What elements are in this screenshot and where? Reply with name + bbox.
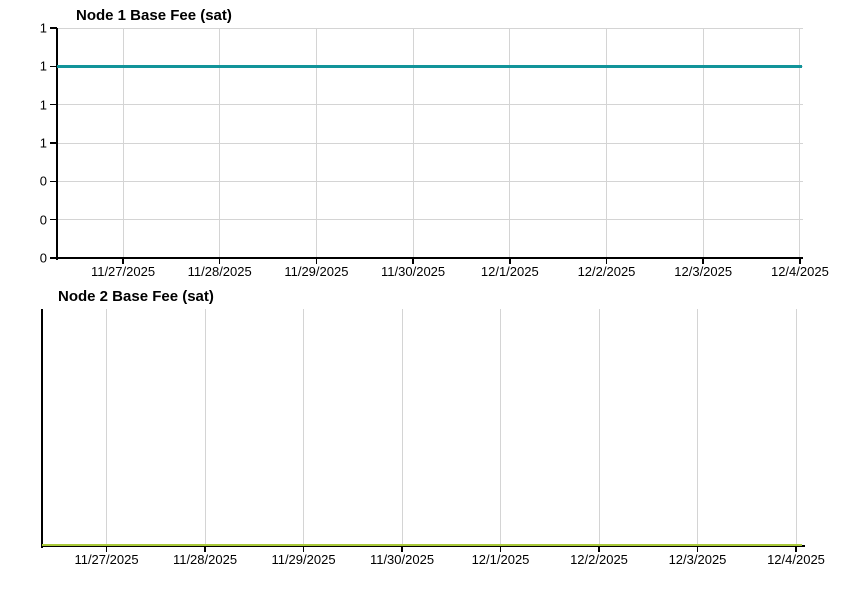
y-tick-label: 1 <box>39 20 47 36</box>
x-tick-label: 12/1/2025 <box>471 552 530 567</box>
y-axis <box>41 309 43 548</box>
x-tick-label: 12/2/2025 <box>577 264 636 279</box>
y-gridline <box>57 104 803 106</box>
y-gridline <box>57 142 803 144</box>
series-line-node-2-base-fee <box>42 543 802 546</box>
x-tick-label: 11/27/2025 <box>74 552 139 567</box>
y-tick-label: 1 <box>39 58 47 74</box>
x-tick-label: 11/30/2025 <box>369 552 435 567</box>
y-axis <box>56 28 58 260</box>
y-gridline <box>57 27 803 29</box>
x-tick-label: 11/27/2025 <box>90 264 156 279</box>
x-gridline <box>204 309 206 546</box>
y-tick-label: 0 <box>39 212 47 228</box>
base-fee-dashboard: Node 1 Base Fee (sat) Node 2 Base Fee (s… <box>0 0 860 600</box>
x-tick-label: 12/4/2025 <box>770 264 829 279</box>
x-tick-label: 12/2/2025 <box>570 552 628 567</box>
x-gridline <box>697 309 698 546</box>
x-tick-label: 11/29/2025 <box>271 552 336 567</box>
x-gridline <box>106 309 107 546</box>
node1-chart-title: Node 1 Base Fee (sat) <box>76 7 232 24</box>
y-gridline <box>57 219 803 221</box>
y-tick-label: 1 <box>39 97 47 113</box>
x-tick-label: 12/1/2025 <box>480 264 539 279</box>
x-axis <box>56 257 803 259</box>
y-tick-label: 0 <box>39 173 47 189</box>
x-tick-label: 11/28/2025 <box>172 552 238 567</box>
x-gridline <box>795 309 797 546</box>
x-gridline <box>303 309 304 546</box>
x-tick-label: 11/28/2025 <box>187 264 252 279</box>
y-tick-label: 1 <box>39 135 47 151</box>
x-tick-label: 12/3/2025 <box>674 264 733 279</box>
x-tick-label: 11/30/2025 <box>381 264 446 279</box>
x-tick-label: 12/3/2025 <box>668 552 727 567</box>
y-gridline <box>57 180 803 182</box>
x-gridline <box>401 309 403 546</box>
node2-chart-title: Node 2 Base Fee (sat) <box>58 288 214 305</box>
x-gridline <box>598 309 600 546</box>
series-line-node-1-base-fee <box>57 64 802 68</box>
x-gridline <box>500 309 501 546</box>
y-tick-label: 0 <box>39 250 47 266</box>
x-tick-label: 12/4/2025 <box>767 552 825 567</box>
x-tick-label: 11/29/2025 <box>284 264 349 279</box>
